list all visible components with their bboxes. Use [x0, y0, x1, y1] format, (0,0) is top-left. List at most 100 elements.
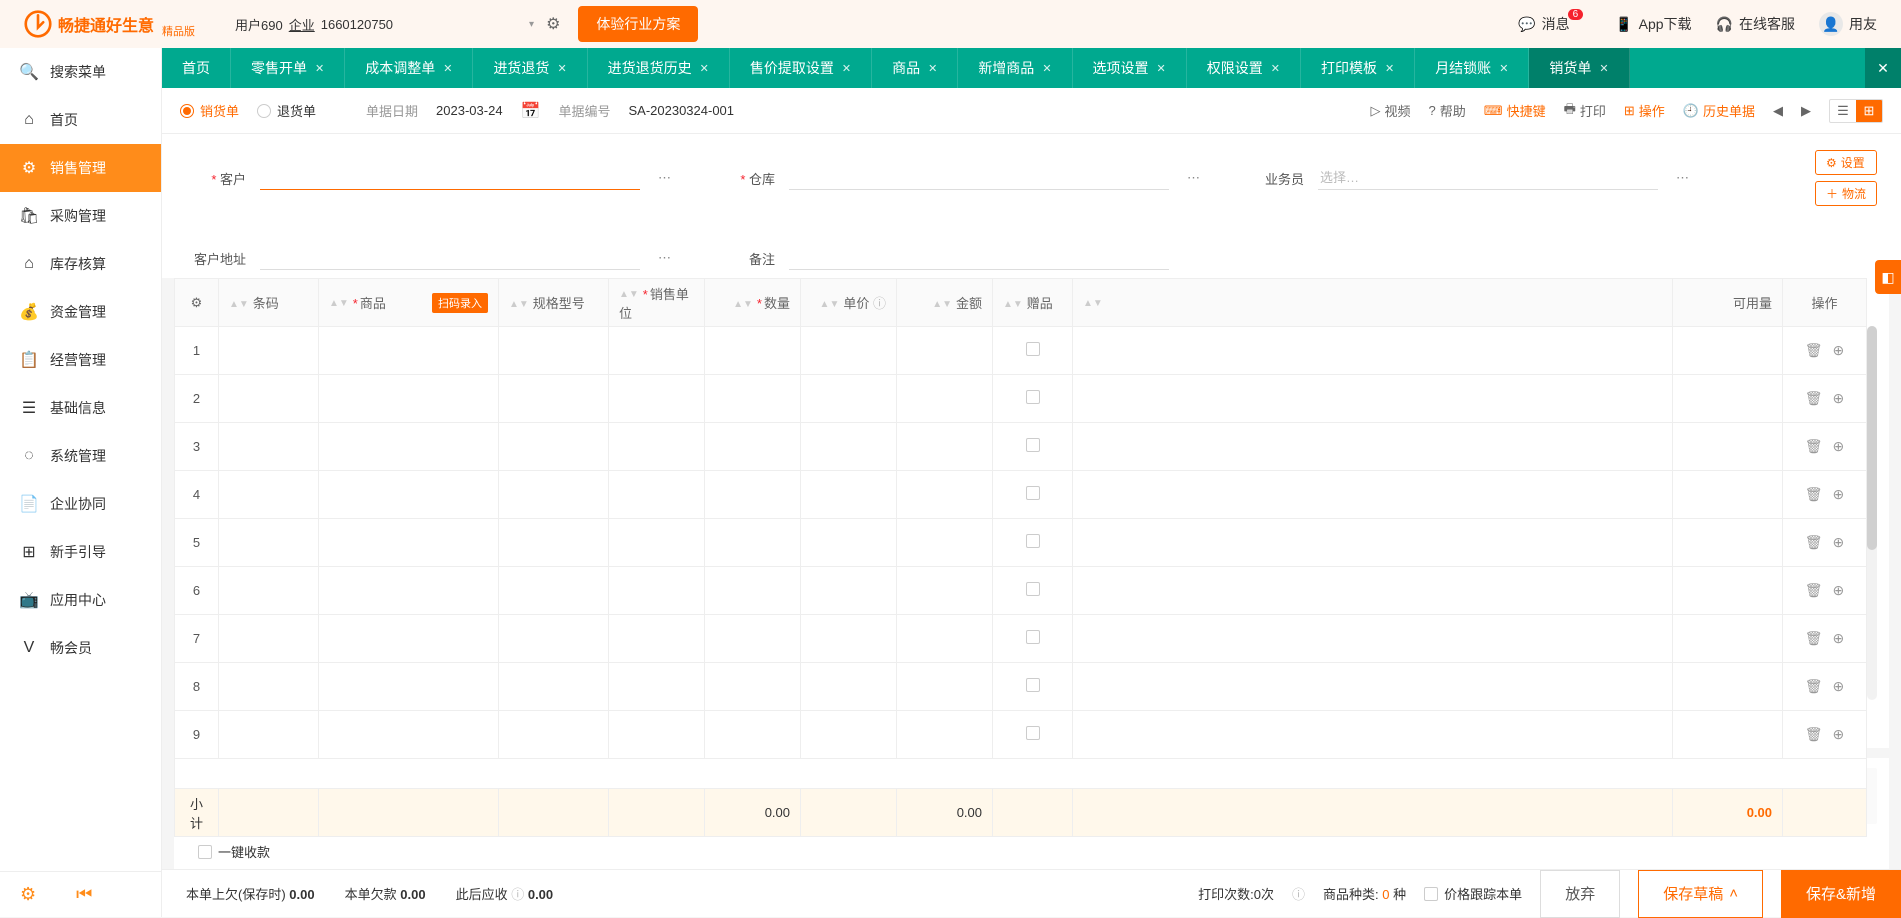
close-icon[interactable]: ✕ — [928, 62, 937, 75]
gift-checkbox[interactable] — [1026, 438, 1040, 452]
col-gear[interactable]: ⚙ — [175, 279, 219, 327]
save-and-new-button[interactable]: 保存&新增 — [1781, 870, 1901, 918]
trash-icon[interactable]: 🗑 — [1805, 726, 1823, 743]
scrollbar-thumb[interactable] — [1867, 326, 1877, 550]
gift-checkbox[interactable] — [1026, 534, 1040, 548]
grid-view-icon[interactable]: ⊞ — [1856, 100, 1882, 122]
support-link[interactable]: 🎧在线客服 — [1716, 14, 1795, 34]
add-row-icon[interactable]: ⊕ — [1833, 582, 1845, 599]
close-icon[interactable]: ✕ — [557, 62, 566, 75]
sort-icon[interactable]: ▲▼ — [733, 302, 753, 308]
close-all-tabs[interactable]: ✕ — [1865, 48, 1901, 88]
tab-return[interactable]: 进货退货✕ — [473, 48, 587, 88]
col-product[interactable]: ▲▼商品扫码录入 — [319, 279, 499, 327]
trash-icon[interactable]: 🗑 — [1805, 342, 1823, 359]
remark-input[interactable] — [789, 246, 1169, 270]
close-icon[interactable]: ✕ — [1599, 62, 1608, 75]
sidebar-item-finance[interactable]: 💰资金管理 — [0, 288, 161, 336]
gear-icon[interactable]: ⚙ — [546, 14, 560, 34]
tab-print-template[interactable]: 打印模板✕ — [1301, 48, 1415, 88]
gift-checkbox[interactable] — [1026, 678, 1040, 692]
table-row[interactable]: 8🗑⊕ — [175, 663, 1867, 711]
tab-product[interactable]: 商品✕ — [872, 48, 958, 88]
add-row-icon[interactable]: ⊕ — [1833, 534, 1845, 551]
table-row[interactable]: 7🗑⊕ — [175, 615, 1867, 663]
date-value[interactable]: 2023-03-24 — [436, 103, 503, 118]
gift-checkbox[interactable] — [1026, 342, 1040, 356]
col-gift[interactable]: ▲▼赠品 — [993, 279, 1073, 327]
info-icon[interactable]: ⓘ — [511, 887, 524, 902]
salesperson-input[interactable] — [1318, 166, 1658, 190]
sort-icon[interactable]: ▲▼ — [619, 292, 639, 298]
col-spec[interactable]: ▲▼规格型号 — [499, 279, 609, 327]
one-click-collect[interactable]: 一键收款 — [174, 834, 1889, 869]
close-icon[interactable]: ✕ — [443, 62, 452, 75]
gift-checkbox[interactable] — [1026, 390, 1040, 404]
print-link[interactable]: 🖶 打印 — [1564, 100, 1606, 122]
close-icon[interactable]: ✕ — [1271, 62, 1280, 75]
add-row-icon[interactable]: ⊕ — [1833, 390, 1845, 407]
add-row-icon[interactable]: ⊕ — [1833, 678, 1845, 695]
close-icon[interactable]: ✕ — [842, 62, 851, 75]
video-link[interactable]: ▷ 视频 — [1371, 101, 1411, 120]
radio-return-order[interactable]: 退货单 — [257, 101, 316, 120]
sidebar-item-vip[interactable]: V畅会员 — [0, 624, 161, 672]
sidebar-item-basic[interactable]: ☰基础信息 — [0, 384, 161, 432]
ops-link[interactable]: ⊞ 操作 — [1624, 101, 1665, 120]
trash-icon[interactable]: 🗑 — [1805, 630, 1823, 647]
sort-icon[interactable]: ▲▼ — [820, 302, 840, 308]
trash-icon[interactable]: 🗑 — [1805, 390, 1823, 407]
sidebar-item-sales[interactable]: ⚙销售管理 — [0, 144, 161, 192]
close-icon[interactable]: ✕ — [1385, 62, 1394, 75]
sidebar-item-inventory[interactable]: ⌂库存核算 — [0, 240, 161, 288]
table-row[interactable]: 3🗑⊕ — [175, 423, 1867, 471]
tab-month-lock[interactable]: 月结锁账✕ — [1415, 48, 1529, 88]
scan-button[interactable]: 扫码录入 — [432, 293, 488, 313]
sidebar-item-collab[interactable]: 📄企业协同 — [0, 480, 161, 528]
sort-icon[interactable]: ▲▼ — [329, 301, 349, 307]
close-icon[interactable]: ✕ — [1157, 62, 1166, 75]
app-download-link[interactable]: 📱App下载 — [1615, 14, 1691, 34]
shortcut-link[interactable]: ⌨ 快捷键 — [1484, 101, 1546, 120]
tab-price-extract[interactable]: 售价提取设置✕ — [730, 48, 872, 88]
gift-checkbox[interactable] — [1026, 630, 1040, 644]
history-link[interactable]: 🕘 历史单据 — [1683, 101, 1755, 120]
sort-icon[interactable]: ▲▼ — [1083, 301, 1103, 307]
table-row[interactable]: 4🗑⊕ — [175, 471, 1867, 519]
logistics-button[interactable]: ＋物流 — [1815, 181, 1877, 206]
view-toggle[interactable]: ☰⊞ — [1829, 99, 1883, 123]
gift-checkbox[interactable] — [1026, 582, 1040, 596]
right-floating-tab[interactable]: ◧ — [1875, 260, 1901, 294]
gift-checkbox[interactable] — [1026, 486, 1040, 500]
sidebar-item-operation[interactable]: 📋经营管理 — [0, 336, 161, 384]
sidebar-item-system[interactable]: ◌系统管理 — [0, 432, 161, 480]
add-row-icon[interactable]: ⊕ — [1833, 342, 1845, 359]
warehouse-input[interactable] — [789, 166, 1169, 190]
add-row-icon[interactable]: ⊕ — [1833, 630, 1845, 647]
radio-sales-order[interactable]: 销货单 — [180, 101, 239, 120]
add-row-icon[interactable]: ⊕ — [1833, 486, 1845, 503]
close-icon[interactable]: ✕ — [315, 62, 324, 75]
sidebar-item-search[interactable]: 🔍搜索菜单 — [0, 48, 161, 96]
sidebar-item-purchase[interactable]: 🛍采购管理 — [0, 192, 161, 240]
vertical-scrollbar[interactable] — [1867, 326, 1877, 700]
col-barcode[interactable]: ▲▼条码 — [219, 279, 319, 327]
close-icon[interactable]: ✕ — [1042, 62, 1051, 75]
tab-retail[interactable]: 零售开单✕ — [231, 48, 345, 88]
info-icon[interactable]: ⓘ — [1292, 884, 1305, 903]
tab-home[interactable]: 首页 — [162, 48, 231, 88]
table-row[interactable]: 5🗑⊕ — [175, 519, 1867, 567]
sort-icon[interactable]: ▲▼ — [932, 302, 952, 308]
tenant-select[interactable]: 用户690企业1660120750 ▾ — [235, 15, 534, 34]
lookup-icon[interactable]: ⋯ — [1672, 170, 1693, 186]
col-unit[interactable]: ▲▼销售单位 — [609, 279, 705, 327]
table-row[interactable]: 1🗑⊕ — [175, 327, 1867, 375]
trash-icon[interactable]: 🗑 — [1805, 534, 1823, 551]
trash-icon[interactable]: 🗑 — [1805, 678, 1823, 695]
industry-cta-button[interactable]: 体验行业方案 — [578, 6, 698, 42]
tab-sales-order[interactable]: 销货单✕ — [1529, 48, 1629, 88]
trash-icon[interactable]: 🗑 — [1805, 486, 1823, 503]
collect-checkbox[interactable] — [198, 845, 212, 859]
sort-icon[interactable]: ▲▼ — [1003, 302, 1023, 308]
discard-button[interactable]: 放弃 — [1540, 870, 1620, 918]
